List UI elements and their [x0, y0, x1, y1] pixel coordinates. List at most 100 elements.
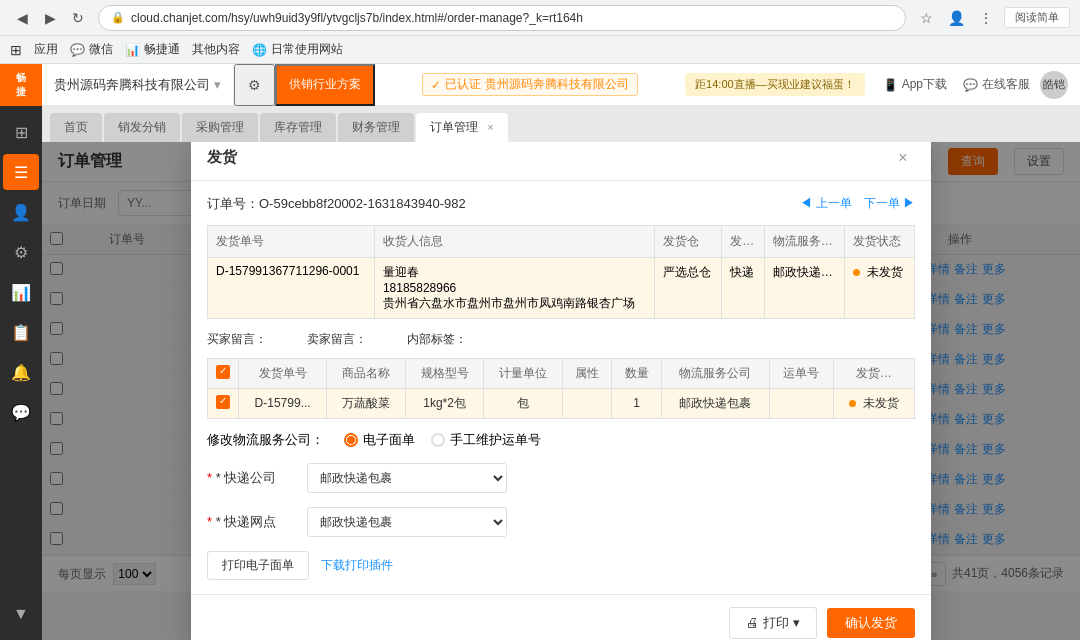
ship-no-cell: D-157991367711296-0001 [208, 257, 375, 318]
nav-buttons: ◀ ▶ ↻ [10, 6, 90, 30]
sidebar-item-home[interactable]: ⊞ [3, 114, 39, 150]
express-cell: 快递 [722, 257, 765, 318]
goods-table: 发货单号 商品名称 规格型号 计量单位 属性 数量 物流服务公司 运单号 发货… [207, 358, 915, 419]
tab-purchase[interactable]: 采购管理 [182, 113, 258, 142]
tab-home[interactable]: 首页 [50, 113, 102, 142]
warehouse-cell: 严选总仓 [654, 257, 722, 318]
reading-mode-button[interactable]: 阅读简单 [1004, 7, 1070, 28]
electronic-bill-option[interactable]: 电子面单 [344, 431, 415, 449]
alert-banner[interactable]: 距14:00直播—买现业建议福蛋！ [685, 73, 865, 96]
online-service-button[interactable]: 💬 在线客服 [957, 72, 1036, 97]
goods-col-attr: 属性 [562, 358, 612, 388]
goods-unit: 包 [484, 388, 563, 418]
print-button[interactable]: 🖨 打印 ▾ [729, 607, 817, 639]
sidebar-item-reports[interactable]: 📊 [3, 274, 39, 310]
modal-close-button[interactable]: × [891, 146, 915, 170]
ship-col-warehouse: 发货仓 [654, 225, 722, 257]
sidebar-item-settings[interactable]: ⚙ [3, 234, 39, 270]
user-account-button[interactable]: 👤 [944, 6, 968, 30]
menu-button[interactable]: ⋮ [974, 6, 998, 30]
address-bar[interactable]: 🔒 cloud.chanjet.com/hsy/uwh9uid3y9fl/ytv… [98, 5, 906, 31]
electronic-bill-radio[interactable] [344, 433, 358, 447]
bookmark-daily[interactable]: 🌐 日常使用网站 [252, 41, 343, 58]
ship-col-receiver: 收货人信息 [374, 225, 654, 257]
tab-orders[interactable]: 订单管理 × [416, 113, 508, 142]
sidebar-bottom: ▼ [3, 596, 39, 632]
sidebar-item-orders[interactable]: ☰ [3, 154, 39, 190]
goods-name: 万蔬酸菜 [327, 388, 406, 418]
express-site-wrapper: 邮政快递包裹 [307, 507, 507, 537]
next-order-link[interactable]: 下一单 ▶ [864, 195, 915, 212]
shipment-row: D-157991367711296-0001 量迎春 18185828966 贵… [208, 257, 915, 318]
print-electronic-bill-button[interactable]: 打印电子面单 [207, 551, 309, 580]
forward-button[interactable]: ▶ [38, 6, 62, 30]
goods-status-text: 未发货 [863, 396, 899, 410]
avatar[interactable]: 皓铠 [1040, 71, 1068, 99]
express-company-wrapper: 邮政快递包裹 [307, 463, 507, 493]
goods-status-dot [849, 400, 856, 407]
modal-overlay: 发货 × 订单号：O-59cebb8f20002-1631843940-982 … [42, 142, 1080, 640]
sidebar-item-messages[interactable]: 💬 [3, 394, 39, 430]
app-download-button[interactable]: 📱 App下载 [877, 72, 953, 97]
industry-nav-button[interactable]: 供销行业方案 [275, 64, 375, 106]
company-selector[interactable]: 贵州源码奔腾科技有限公司 ▾ [42, 64, 234, 106]
sidebar-item-documents[interactable]: 📋 [3, 314, 39, 350]
manual-bill-radio[interactable] [431, 433, 445, 447]
goods-ship-no: D-15799... [239, 388, 327, 418]
manual-bill-label: 手工维护运单号 [450, 431, 541, 449]
express-site-select[interactable]: 邮政快递包裹 [307, 507, 507, 537]
goods-qty: 1 [612, 388, 662, 418]
service-icon: 💬 [963, 78, 978, 92]
order-number: 订单号：O-59cebb8f20002-1631843940-982 [207, 195, 466, 213]
refresh-button[interactable]: ↻ [66, 6, 90, 30]
bookmark-label: 其他内容 [192, 41, 240, 58]
goods-spec: 1kg*2包 [405, 388, 484, 418]
logistics-form: 修改物流服务公司： 电子面单 手工维护运单号 [207, 431, 915, 580]
settings-nav-button[interactable]: ⚙ [234, 64, 275, 106]
browser-actions: ☆ 👤 ⋮ 阅读简单 [914, 6, 1070, 30]
modal-body: 订单号：O-59cebb8f20002-1631843940-982 ◀ 上一单… [191, 181, 931, 594]
sidebar: ⊞ ☰ 👤 ⚙ 📊 📋 🔔 💬 ▼ [0, 106, 42, 640]
sidebar-item-notifications[interactable]: 🔔 [3, 354, 39, 390]
order-nav: ◀ 上一单 下一单 ▶ [800, 195, 915, 212]
bookmark-other[interactable]: 其他内容 [192, 41, 240, 58]
shipment-table: 发货单号 收货人信息 发货仓 发… 物流服务… 发货状态 [207, 225, 915, 319]
sidebar-item-bottom[interactable]: ▼ [3, 596, 39, 632]
buyer-message-label: 买家留言： [207, 331, 267, 348]
manual-bill-option[interactable]: 手工维护运单号 [431, 431, 541, 449]
download-label: App下载 [902, 76, 947, 93]
goods-col-co: 物流服务公司 [661, 358, 769, 388]
message-row: 买家留言： 卖家留言： 内部标签： [207, 331, 915, 348]
seller-message-label: 卖家留言： [307, 331, 367, 348]
sidebar-item-customers[interactable]: 👤 [3, 194, 39, 230]
confirm-ship-button[interactable]: 确认发货 [827, 608, 915, 638]
ship-col-logistics: 物流服务… [764, 225, 844, 257]
bookmark-chanjet[interactable]: 📊 畅捷通 [125, 41, 180, 58]
bookmark-apps[interactable]: 应用 [34, 41, 58, 58]
prev-order-link[interactable]: ◀ 上一单 [800, 195, 851, 212]
tab-finance[interactable]: 财务管理 [338, 113, 414, 142]
browser-chrome: ◀ ▶ ↻ 🔒 cloud.chanjet.com/hsy/uwh9uid3y9… [0, 0, 1080, 36]
app-logo: 畅捷 [0, 64, 42, 106]
tab-sales[interactable]: 销发分销 [104, 113, 180, 142]
receiver-cell: 量迎春 18185828966 贵州省六盘水市盘州市盘州市凤鸡南路银杏广场 [374, 257, 654, 318]
wechat-icon: 💬 [70, 43, 85, 57]
header-right: 距14:00直播—买现业建议福蛋！ 📱 App下载 💬 在线客服 皓铠 [685, 71, 1080, 99]
url-text: cloud.chanjet.com/hsy/uwh9uid3y9fl/ytvgc… [131, 11, 583, 25]
shipment-modal: 发货 × 订单号：O-59cebb8f20002-1631843940-982 … [191, 142, 931, 640]
download-icon: 📱 [883, 78, 898, 92]
ship-status-cell: 未发货 [844, 257, 914, 318]
goods-row-checkbox[interactable] [216, 395, 230, 409]
goods-col-no: 发货单号 [239, 358, 327, 388]
back-button[interactable]: ◀ [10, 6, 34, 30]
goods-col-tracking: 运单号 [769, 358, 833, 388]
bookmark-wechat[interactable]: 💬 微信 [70, 41, 113, 58]
tab-inventory[interactable]: 库存管理 [260, 113, 336, 142]
goods-col-name: 商品名称 [327, 358, 406, 388]
goods-select-all[interactable] [216, 365, 230, 379]
download-plugin-button[interactable]: 下载打印插件 [321, 551, 393, 580]
tab-orders-close[interactable]: × [487, 121, 493, 133]
star-button[interactable]: ☆ [914, 6, 938, 30]
electronic-bill-label: 电子面单 [363, 431, 415, 449]
express-company-select[interactable]: 邮政快递包裹 [307, 463, 507, 493]
